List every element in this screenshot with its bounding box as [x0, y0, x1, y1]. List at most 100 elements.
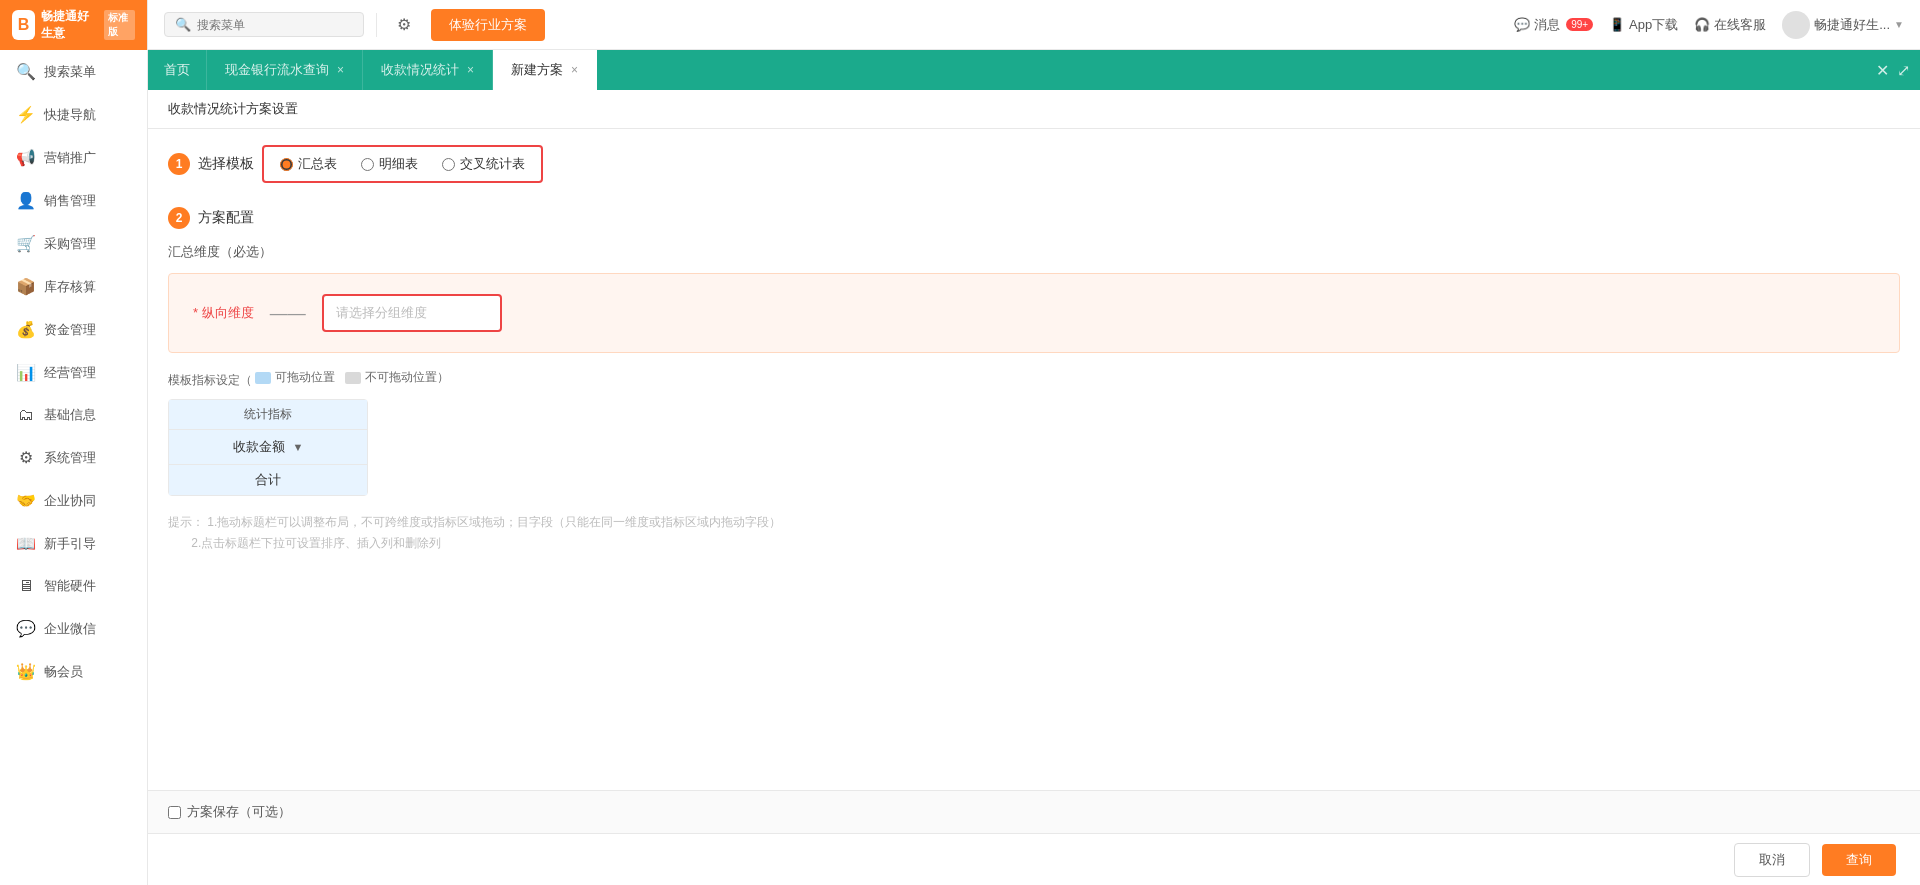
sidebar-item-marketing[interactable]: 📢 营销推广: [0, 136, 147, 179]
topbar-right: 💬 消息 99+ 📱 App下载 🎧 在线客服 畅捷通好生... ▼: [1514, 11, 1904, 39]
search-input[interactable]: [197, 18, 337, 32]
service-icon: 🎧: [1694, 17, 1710, 32]
industry-btn[interactable]: 体验行业方案: [431, 9, 545, 41]
sidebar-item-collaboration[interactable]: 🤝 企业协同: [0, 479, 147, 522]
sidebar-item-label: 搜索菜单: [44, 63, 96, 81]
app-download-btn[interactable]: 📱 App下载: [1609, 16, 1678, 34]
logo-text: 畅捷通好生意: [41, 8, 96, 42]
tab-newplan-close[interactable]: ×: [571, 63, 578, 77]
sidebar-item-label: 智能硬件: [44, 577, 96, 595]
dimension-placeholder: 请选择分组维度: [336, 305, 427, 320]
search-icon: 🔍: [16, 62, 36, 81]
topbar-search-box[interactable]: 🔍: [164, 12, 364, 37]
sidebar-item-label: 系统管理: [44, 449, 96, 467]
sidebar-item-purchase[interactable]: 🛒 采购管理: [0, 222, 147, 265]
sidebar-item-label: 营销推广: [44, 149, 96, 167]
step1-header: 1 选择模板 汇总表 明细表 交叉统计表: [168, 145, 1900, 183]
hint-2: 2.点击标题栏下拉可设置排序、插入列和删除列: [168, 533, 1900, 555]
gear-button[interactable]: ⚙: [389, 10, 419, 40]
indicator-subtotal: 合计: [169, 464, 367, 495]
indicator-table: 统计指标 收款金额 ▼ 合计: [168, 399, 368, 496]
operations-icon: 📊: [16, 363, 36, 382]
sidebar-item-sales[interactable]: 👤 销售管理: [0, 179, 147, 222]
radio-detail[interactable]: 明细表: [361, 155, 418, 173]
save-plan-label[interactable]: 方案保存（可选）: [187, 803, 291, 821]
page-title: 收款情况统计方案设置: [168, 101, 298, 116]
sidebar-item-label: 畅会员: [44, 663, 83, 681]
sidebar-item-guide[interactable]: 📖 新手引导: [0, 522, 147, 565]
sidebar-item-member[interactable]: 👑 畅会员: [0, 650, 147, 693]
chevron-down-icon: ▼: [1894, 19, 1904, 30]
radio-cross[interactable]: 交叉统计表: [442, 155, 525, 173]
tab-collection-label: 收款情况统计: [381, 61, 459, 79]
online-service-btn[interactable]: 🎧 在线客服: [1694, 16, 1766, 34]
sidebar-item-operations[interactable]: 📊 经营管理: [0, 351, 147, 394]
service-label: 在线客服: [1714, 16, 1766, 34]
save-plan-checkbox[interactable]: [168, 806, 181, 819]
indicator-header: 模板指标设定（ 可拖动位置 不可拖动位置）: [168, 369, 1900, 389]
dimension-area: 纵向维度 —— 请选择分组维度: [168, 273, 1900, 353]
dropdown-icon: ▼: [293, 441, 304, 453]
tab-cashflow-close[interactable]: ×: [337, 63, 344, 77]
hint-text-1: 1.拖动标题栏可以调整布局，不可跨维度或指标区域拖动；目字段（只能在同一维度或指…: [207, 515, 781, 529]
sidebar-item-search[interactable]: 🔍 搜索菜单: [0, 50, 147, 93]
tab-home-label: 首页: [164, 61, 190, 79]
hint-1: 提示： 1.拖动标题栏可以调整布局，不可跨维度或指标区域拖动；目字段（只能在同一…: [168, 512, 1900, 534]
logo-icon: B: [12, 10, 35, 40]
topbar-divider: [376, 13, 377, 37]
close-window-icon[interactable]: ✕: [1876, 61, 1889, 80]
hint-spacer: [168, 536, 188, 550]
radio-detail-input[interactable]: [361, 158, 374, 171]
user-profile[interactable]: 畅捷通好生... ▼: [1782, 11, 1904, 39]
cancel-button[interactable]: 取消: [1734, 843, 1810, 877]
radio-summary[interactable]: 汇总表: [280, 155, 337, 173]
draggable-legend-box: [255, 372, 271, 384]
sidebar-item-hardware[interactable]: 🖥 智能硬件: [0, 565, 147, 607]
sidebar-item-label: 资金管理: [44, 321, 96, 339]
sidebar-item-inventory[interactable]: 📦 库存核算: [0, 265, 147, 308]
tab-cashflow-label: 现金银行流水查询: [225, 61, 329, 79]
hint-section: 提示： 1.拖动标题栏可以调整布局，不可跨维度或指标区域拖动；目字段（只能在同一…: [168, 512, 1900, 555]
sidebar-item-finance[interactable]: 💰 资金管理: [0, 308, 147, 351]
indicator-cell-amount[interactable]: 收款金额 ▼: [169, 430, 367, 464]
sidebar-logo: B 畅捷通好生意 标准版: [0, 0, 147, 50]
step2-title: 方案配置: [198, 209, 254, 227]
expand-window-icon[interactable]: ⤢: [1897, 61, 1910, 80]
tab-collection-close[interactable]: ×: [467, 63, 474, 77]
indicator-group-header: 统计指标: [169, 400, 367, 430]
step1-number: 1: [168, 153, 190, 175]
radio-summary-input[interactable]: [280, 158, 293, 171]
dimension-select[interactable]: 请选择分组维度: [322, 294, 502, 332]
topbar: 🔍 ⚙ 体验行业方案 💬 消息 99+ 📱 App下载 🎧 在线客服: [148, 0, 1920, 50]
edition-badge: 标准版: [104, 10, 135, 40]
sidebar-item-label: 经营管理: [44, 364, 96, 382]
message-badge: 99+: [1566, 18, 1593, 31]
query-button[interactable]: 查询: [1822, 844, 1896, 876]
tab-home[interactable]: 首页: [148, 50, 207, 90]
step2-section: 2 方案配置 汇总维度（必选） 纵向维度 —— 请选择分组维度: [168, 207, 1900, 555]
step1-section: 1 选择模板 汇总表 明细表 交叉统计表: [168, 145, 1900, 183]
quicknav-icon: ⚡: [16, 105, 36, 124]
radio-summary-label: 汇总表: [298, 155, 337, 173]
radio-cross-input[interactable]: [442, 158, 455, 171]
message-icon: 💬: [1514, 17, 1530, 32]
guide-icon: 📖: [16, 534, 36, 553]
tab-collection[interactable]: 收款情况统计 ×: [363, 50, 493, 90]
page-header: 收款情况统计方案设置: [148, 90, 1920, 129]
system-icon: ⚙: [16, 448, 36, 467]
sidebar-item-system[interactable]: ⚙ 系统管理: [0, 436, 147, 479]
username: 畅捷通好生...: [1814, 16, 1890, 34]
message-btn[interactable]: 💬 消息 99+: [1514, 16, 1593, 34]
baseinfo-icon: 🗂: [16, 406, 36, 424]
sidebar-item-label: 新手引导: [44, 535, 96, 553]
sidebar-item-quicknav[interactable]: ⚡ 快捷导航: [0, 93, 147, 136]
sidebar-item-wechat[interactable]: 💬 企业微信: [0, 607, 147, 650]
tab-newplan[interactable]: 新建方案 ×: [493, 50, 597, 90]
collaboration-icon: 🤝: [16, 491, 36, 510]
page-body: 1 选择模板 汇总表 明细表 交叉统计表: [148, 129, 1920, 790]
footer-bar: 取消 查询: [148, 833, 1920, 885]
hint-label: 提示：: [168, 515, 204, 529]
download-icon: 📱: [1609, 17, 1625, 32]
tab-cashflow[interactable]: 现金银行流水查询 ×: [207, 50, 363, 90]
sidebar-item-base-info[interactable]: 🗂 基础信息: [0, 394, 147, 436]
